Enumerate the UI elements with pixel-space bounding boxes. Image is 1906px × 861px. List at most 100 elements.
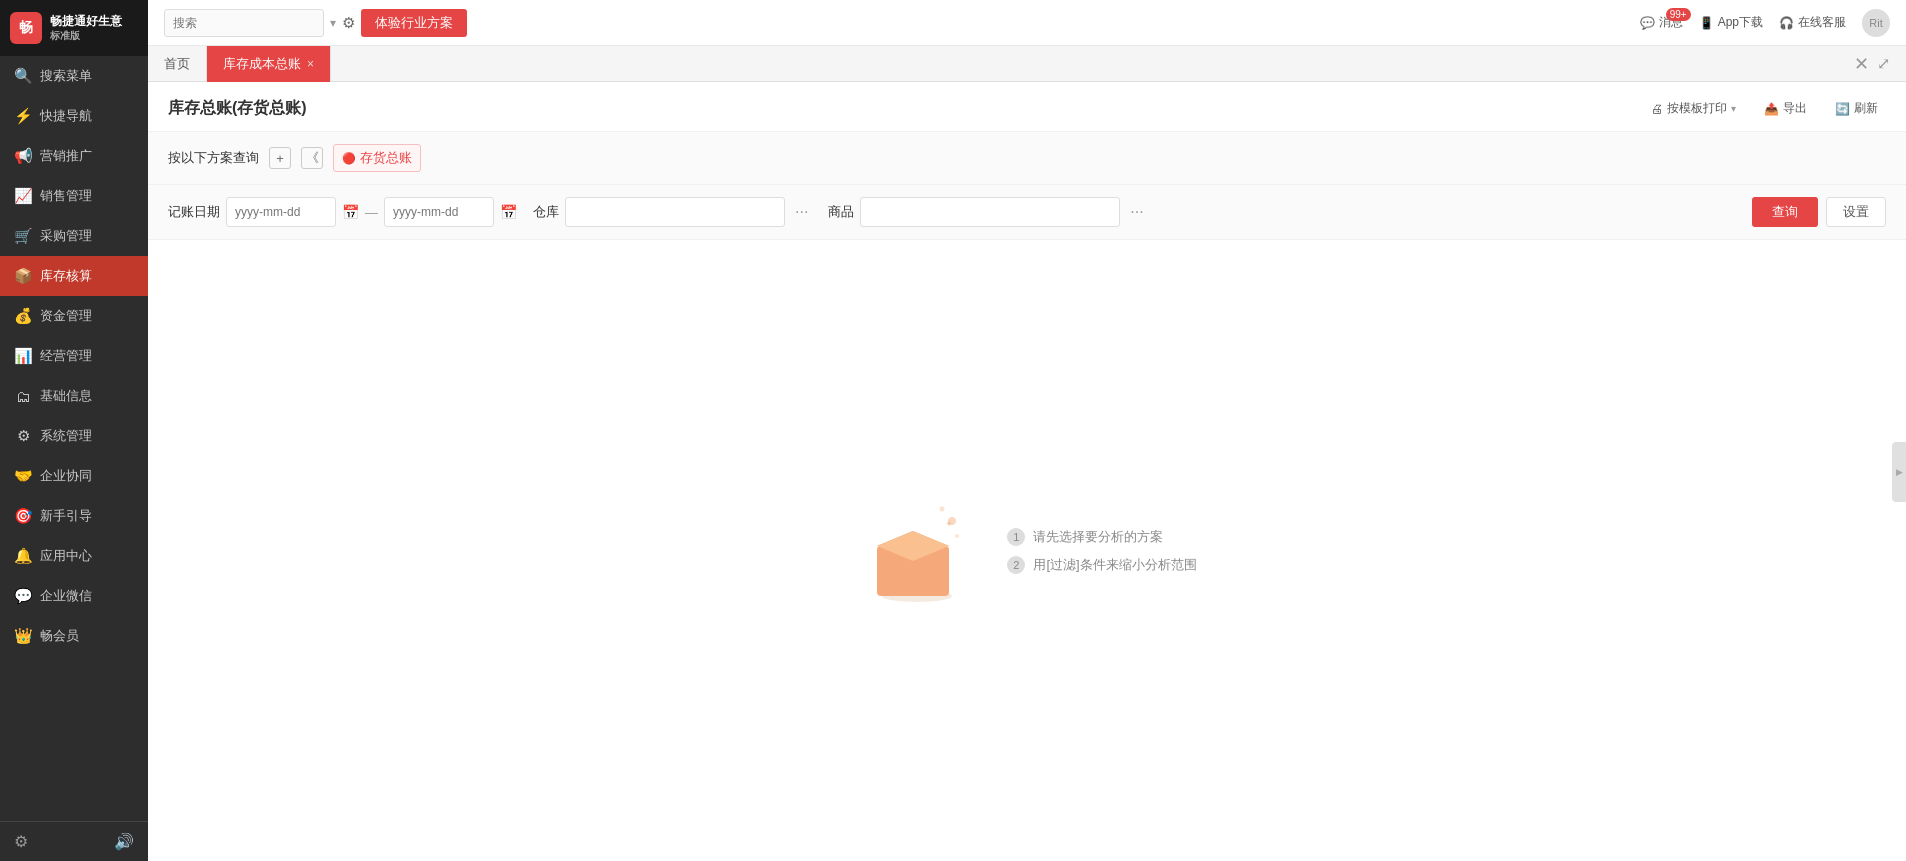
settings-bottom-icon[interactable]: ⚙ — [14, 832, 28, 851]
product-input[interactable] — [860, 197, 1120, 227]
date-field-label: 记账日期 — [168, 203, 220, 221]
message-button[interactable]: 💬 消息 99+ — [1640, 14, 1683, 31]
finance-icon: 💰 — [14, 307, 32, 325]
active-tab-label: 库存成本总账 — [223, 55, 301, 73]
page-header: 库存总账(存货总账) 🖨 按模板打印 ▾ 📤 导出 🔄 刷新 — [148, 82, 1906, 132]
empty-hint-1: 1 请先选择要分析的方案 — [1007, 528, 1196, 546]
message-badge: 99+ — [1666, 8, 1691, 21]
settings-button[interactable]: 设置 — [1826, 197, 1886, 227]
filter-add-button[interactable]: + — [269, 147, 291, 169]
empty-hint-2: 2 用[过滤]条件来缩小分析范围 — [1007, 556, 1196, 574]
sidebar-item-finance[interactable]: 💰 资金管理 — [0, 296, 148, 336]
gear-icon[interactable]: ⚙ — [342, 14, 355, 32]
sidebar-item-enterprise-wechat[interactable]: 💬 企业微信 — [0, 576, 148, 616]
sidebar-item-label: 基础信息 — [40, 387, 92, 405]
sidebar-item-purchase[interactable]: 🛒 采购管理 — [0, 216, 148, 256]
topbar-search-area: ▾ ⚙ 体验行业方案 — [164, 9, 1632, 37]
enterprise-icon: 🤝 — [14, 467, 32, 485]
filter-fields-row: 记账日期 📅 — 📅 仓库 ··· 商品 ··· 查询 设置 — [148, 185, 1906, 240]
scheme-item-inventory[interactable]: 🔴 存货总账 — [333, 144, 421, 172]
topbar: ▾ ⚙ 体验行业方案 💬 消息 99+ 📱 App下载 🎧 在线客服 Rit — [148, 0, 1906, 46]
print-chevron-icon[interactable]: ▾ — [1731, 103, 1736, 114]
sidebar-item-search[interactable]: 🔍 搜索菜单 — [0, 56, 148, 96]
user-avatar[interactable]: Rit — [1862, 9, 1890, 37]
date-end-input[interactable] — [384, 197, 494, 227]
warehouse-input[interactable] — [565, 197, 785, 227]
avatar-text: Rit — [1869, 17, 1882, 29]
sidebar-item-label: 企业微信 — [40, 587, 92, 605]
calendar-start-icon[interactable]: 📅 — [342, 204, 359, 220]
purchase-icon: 🛒 — [14, 227, 32, 245]
sidebar-item-label: 营销推广 — [40, 147, 92, 165]
enterprise-wechat-icon: 💬 — [14, 587, 32, 605]
chevron-down-icon[interactable]: ▾ — [330, 16, 336, 30]
sidebar-item-member[interactable]: 👑 畅会员 — [0, 616, 148, 656]
sidebar-item-newcomer[interactable]: 🎯 新手引导 — [0, 496, 148, 536]
home-tab-label: 首页 — [164, 55, 190, 73]
refresh-button[interactable]: 🔄 刷新 — [1827, 96, 1886, 121]
sidebar-item-quick-nav[interactable]: ⚡ 快捷导航 — [0, 96, 148, 136]
svg-point-6 — [940, 506, 945, 511]
sidebar-item-label: 搜索菜单 — [40, 67, 92, 85]
empty-state: ✦ 1 请先选择要分析的方案 2 用[过滤]条件来缩小分析范围 — [148, 240, 1906, 861]
system-icon: ⚙ — [14, 427, 32, 445]
support-icon: 🎧 — [1779, 16, 1794, 30]
app-name: 畅捷通好生意 — [50, 14, 122, 30]
newcomer-icon: 🎯 — [14, 507, 32, 525]
app-download-button[interactable]: 📱 App下载 — [1699, 14, 1763, 31]
trial-button[interactable]: 体验行业方案 — [361, 9, 467, 37]
tab-close-icon[interactable]: × — [307, 57, 314, 71]
empty-texts: 1 请先选择要分析的方案 2 用[过滤]条件来缩小分析范围 — [1007, 528, 1196, 574]
sidebar-item-label: 系统管理 — [40, 427, 92, 445]
sidebar-item-marketing[interactable]: 📢 营销推广 — [0, 136, 148, 176]
operations-icon: 📊 — [14, 347, 32, 365]
logo-icon: 畅 — [10, 12, 42, 44]
product-more-icon[interactable]: ··· — [1126, 203, 1147, 221]
sidebar-item-basic-info[interactable]: 🗂 基础信息 — [0, 376, 148, 416]
sidebar-item-sales[interactable]: 📈 销售管理 — [0, 176, 148, 216]
sidebar-item-inventory[interactable]: 📦 库存核算 — [0, 256, 148, 296]
print-icon: 🖨 — [1651, 102, 1663, 116]
refresh-icon: 🔄 — [1835, 102, 1850, 116]
content-area: 库存总账(存货总账) 🖨 按模板打印 ▾ 📤 导出 🔄 刷新 按以下方案查 — [148, 82, 1906, 861]
scheme-icon: 🔴 — [342, 152, 356, 165]
audio-icon[interactable]: 🔊 — [114, 832, 134, 851]
close-panel-button[interactable]: ✕ — [1854, 53, 1869, 75]
warehouse-field-label: 仓库 — [533, 203, 559, 221]
app-download-label: App下载 — [1718, 14, 1763, 31]
inventory-icon: 📦 — [14, 267, 32, 285]
sidebar-item-enterprise[interactable]: 🤝 企业协同 — [0, 456, 148, 496]
panel-arrow-icon: ▶ — [1894, 467, 1904, 477]
sidebar-item-system[interactable]: ⚙ 系统管理 — [0, 416, 148, 456]
filter-collapse-button[interactable]: 《 — [301, 147, 323, 169]
sidebar: 畅 畅捷通好生意 标准版 🔍 搜索菜单 ⚡ 快捷导航 📢 营销推广 📈 销售管理… — [0, 0, 148, 861]
page-title: 库存总账(存货总账) — [168, 98, 307, 119]
hint-2-num: 2 — [1007, 556, 1025, 574]
sidebar-item-label: 采购管理 — [40, 227, 92, 245]
resize-icon[interactable]: ⤢ — [1877, 54, 1890, 73]
search-input[interactable] — [164, 9, 324, 37]
sidebar-nav: 🔍 搜索菜单 ⚡ 快捷导航 📢 营销推广 📈 销售管理 🛒 采购管理 📦 库存核… — [0, 56, 148, 821]
calendar-end-icon[interactable]: 📅 — [500, 204, 517, 220]
filter-schemes-list: 🔴 存货总账 — [333, 144, 421, 172]
sidebar-item-label: 销售管理 — [40, 187, 92, 205]
search-icon: 🔍 — [14, 67, 32, 85]
search-button[interactable]: 查询 — [1752, 197, 1818, 227]
sidebar-item-app-center[interactable]: 🔔 应用中心 — [0, 536, 148, 576]
refresh-label: 刷新 — [1854, 100, 1878, 117]
basic-info-icon: 🗂 — [14, 388, 32, 405]
svg-point-7 — [955, 534, 959, 538]
product-field-label: 商品 — [828, 203, 854, 221]
date-start-input[interactable] — [226, 197, 336, 227]
warehouse-more-icon[interactable]: ··· — [791, 203, 812, 221]
export-button[interactable]: 📤 导出 — [1756, 96, 1815, 121]
product-field-group: 商品 ··· — [828, 197, 1147, 227]
print-button[interactable]: 🖨 按模板打印 ▾ — [1643, 96, 1744, 121]
sidebar-item-label: 资金管理 — [40, 307, 92, 325]
tab-inventory-cost[interactable]: 库存成本总账 × — [207, 46, 331, 82]
online-support-button[interactable]: 🎧 在线客服 — [1779, 14, 1846, 31]
right-panel-tab[interactable]: ▶ — [1892, 442, 1906, 502]
sales-icon: 📈 — [14, 187, 32, 205]
tab-home[interactable]: 首页 — [148, 46, 207, 82]
sidebar-item-operations[interactable]: 📊 经营管理 — [0, 336, 148, 376]
